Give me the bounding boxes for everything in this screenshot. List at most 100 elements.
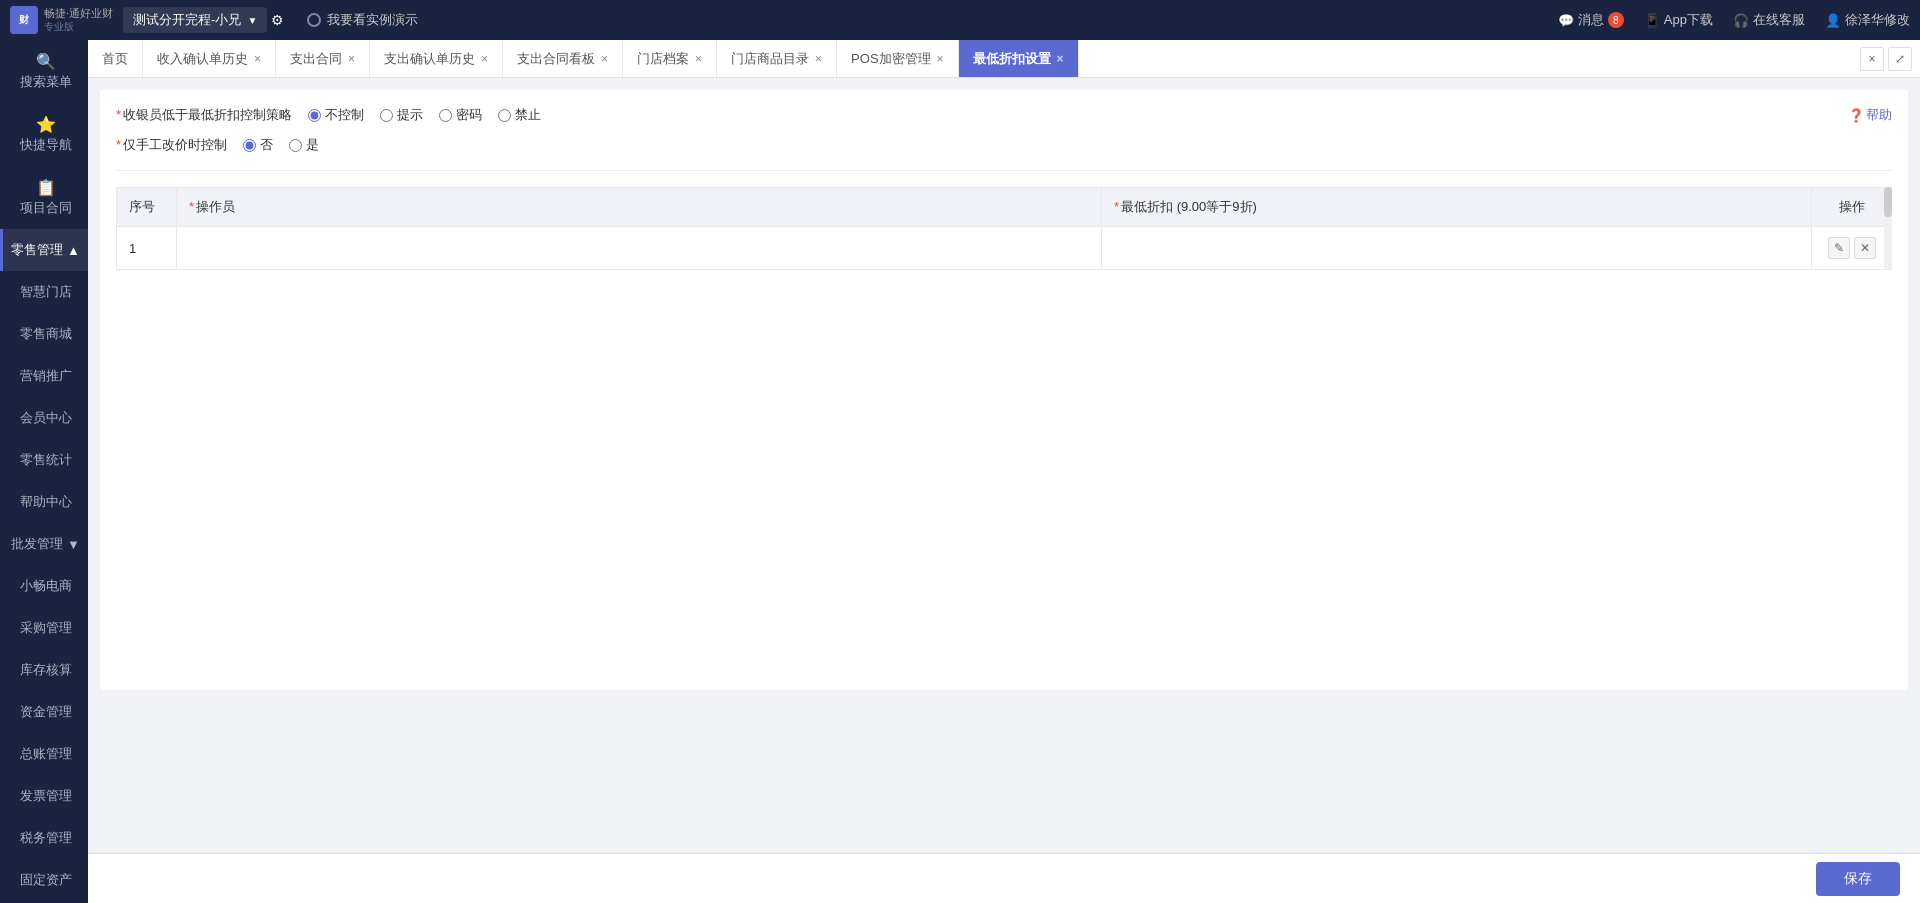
- sidebar-item-label: 小畅电商: [20, 577, 72, 595]
- sidebar-item-search[interactable]: 🔍 搜索菜单: [0, 40, 88, 103]
- cell-action: ✎ ✕: [1812, 227, 1892, 270]
- tab-label: 支出确认单历史: [384, 50, 475, 68]
- tab-label: 门店档案: [637, 50, 689, 68]
- sidebar-item-smart-store[interactable]: 智慧门店: [0, 271, 88, 313]
- sidebar-item-marketing[interactable]: 营销推广: [0, 355, 88, 397]
- sidebar-item-wholesale[interactable]: 批发管理 ▼: [0, 523, 88, 565]
- sidebar-item-purchase[interactable]: 采购管理: [0, 607, 88, 649]
- save-button[interactable]: 保存: [1816, 862, 1900, 896]
- user-menu[interactable]: 👤 徐泽华修改: [1825, 11, 1910, 29]
- tab-store-product[interactable]: 门店商品目录 ×: [717, 40, 837, 77]
- radio-manual-yes[interactable]: 是: [289, 136, 319, 154]
- sidebar-item-member[interactable]: 会员中心: [0, 397, 88, 439]
- sidebar-item-label: 采购管理: [20, 619, 72, 637]
- help-text: 帮助: [1866, 106, 1892, 124]
- topbar-right: 💬 消息 8 📱 App下载 🎧 在线客服 👤 徐泽华修改: [1558, 11, 1910, 29]
- sidebar-item-invoice[interactable]: 发票管理: [0, 775, 88, 817]
- sidebar-item-label: 会员中心: [20, 409, 72, 427]
- tab-payment-contract[interactable]: 支出合同 ×: [276, 40, 370, 77]
- tab-label: 收入确认单历史: [157, 50, 248, 68]
- radio-forbid[interactable]: 禁止: [498, 106, 541, 124]
- demo-link[interactable]: 我要看实例演示: [307, 11, 418, 29]
- topbar: 财 畅捷·通好业财 专业版 测试分开完程-小兄 ▼ ⚙ 我要看实例演示 💬 消息…: [0, 0, 1920, 40]
- sidebar-item-label: 总账管理: [20, 745, 72, 763]
- tab-payment-confirm-history[interactable]: 支出确认单历史 ×: [370, 40, 503, 77]
- sidebar-item-label: 帮助中心: [20, 493, 72, 511]
- scrollbar-thumb[interactable]: [1884, 187, 1892, 217]
- policy-form-row: *收银员低于最低折扣控制策略 不控制 提示: [116, 106, 1892, 124]
- contract-icon: 📋: [36, 178, 56, 197]
- app-download-button[interactable]: 📱 App下载: [1644, 11, 1713, 29]
- tab-close-icon[interactable]: ×: [695, 53, 702, 65]
- sidebar-item-project-contract[interactable]: 📋 项目合同: [0, 166, 88, 229]
- search-icon: 🔍: [36, 52, 56, 71]
- tab-label: 支出合同: [290, 50, 342, 68]
- tab-store-archive[interactable]: 门店档案 ×: [623, 40, 717, 77]
- tab-home[interactable]: 首页: [88, 40, 143, 77]
- tab-income-history[interactable]: 收入确认单历史 ×: [143, 40, 276, 77]
- radio-no-control[interactable]: 不控制: [308, 106, 364, 124]
- tab-close-icon[interactable]: ×: [254, 53, 261, 65]
- logo: 财 畅捷·通好业财 专业版: [10, 6, 113, 34]
- project-name: 测试分开完程-小兄: [133, 11, 241, 29]
- arrow-down-icon: ▼: [67, 537, 80, 552]
- logo-text: 畅捷·通好业财 专业版: [44, 7, 113, 32]
- tab-label: 最低折扣设置: [973, 50, 1051, 68]
- action-buttons: ✎ ✕: [1824, 237, 1879, 259]
- table-scrollbar-area: 序号 *操作员 *最低折扣 (9.00等于9折) 操作: [116, 187, 1892, 270]
- sidebar-item-finance[interactable]: 资金管理: [0, 691, 88, 733]
- edit-button[interactable]: ✎: [1828, 237, 1850, 259]
- tab-maximize-button[interactable]: ⤢: [1888, 47, 1912, 71]
- tab-close-icon[interactable]: ×: [481, 53, 488, 65]
- tab-close-all-button[interactable]: ×: [1860, 47, 1884, 71]
- tab-close-icon[interactable]: ×: [1057, 53, 1064, 65]
- col-header-seq: 序号: [117, 188, 177, 227]
- help-link[interactable]: ❓ 帮助: [1848, 106, 1892, 124]
- col-header-action: 操作: [1812, 188, 1892, 227]
- page-footer: 保存: [88, 853, 1920, 903]
- sidebar-item-label: 智慧门店: [20, 283, 72, 301]
- sidebar-item-label: 搜索菜单: [20, 73, 72, 91]
- tab-close-icon[interactable]: ×: [348, 53, 355, 65]
- tab-close-icon[interactable]: ×: [601, 53, 608, 65]
- sidebar-item-ledger[interactable]: 总账管理: [0, 733, 88, 775]
- tab-close-icon[interactable]: ×: [815, 53, 822, 65]
- message-icon: 💬: [1558, 13, 1574, 28]
- sidebar-item-shortcut[interactable]: ⭐ 快捷导航: [0, 103, 88, 166]
- col-header-operator: *操作员: [177, 188, 1102, 227]
- sidebar-item-retail[interactable]: 零售管理 ▲: [0, 229, 88, 271]
- tab-close-icon[interactable]: ×: [937, 53, 944, 65]
- sidebar-item-tax[interactable]: 税务管理: [0, 817, 88, 859]
- col-header-discount: *最低折扣 (9.00等于9折): [1102, 188, 1812, 227]
- sidebar-item-label: 库存核算: [20, 661, 72, 679]
- delete-button[interactable]: ✕: [1854, 237, 1876, 259]
- project-selector[interactable]: 测试分开完程-小兄 ▼: [123, 7, 267, 33]
- sidebar-item-label: 快捷导航: [20, 136, 72, 154]
- radio-password[interactable]: 密码: [439, 106, 482, 124]
- sidebar-item-ecommerce[interactable]: 小畅电商: [0, 565, 88, 607]
- tab-payment-board[interactable]: 支出合同看板 ×: [503, 40, 623, 77]
- tab-min-discount[interactable]: 最低折扣设置 ×: [959, 40, 1079, 77]
- page-card: ❓ 帮助 *收银员低于最低折扣控制策略 不控制: [100, 90, 1908, 690]
- online-service-button[interactable]: 🎧 在线客服: [1733, 11, 1805, 29]
- sidebar-item-inventory[interactable]: 库存核算: [0, 649, 88, 691]
- sidebar-item-retail-stats[interactable]: 零售统计: [0, 439, 88, 481]
- sidebar-item-help[interactable]: 帮助中心: [0, 481, 88, 523]
- sidebar-item-label: 零售商城: [20, 325, 72, 343]
- policy-radio-group: 不控制 提示 密码 禁: [308, 106, 541, 124]
- table-row: 1 ✎ ✕: [117, 227, 1892, 270]
- table-section: 序号 *操作员 *最低折扣 (9.00等于9折) 操作: [116, 187, 1892, 270]
- settings-icon[interactable]: ⚙: [267, 12, 287, 28]
- radio-manual-no[interactable]: 否: [243, 136, 273, 154]
- tab-pos-password[interactable]: POS加密管理 ×: [837, 40, 958, 77]
- radio-remind[interactable]: 提示: [380, 106, 423, 124]
- policy-label: *收银员低于最低折扣控制策略: [116, 106, 292, 124]
- sidebar-item-fixed-assets[interactable]: 固定资产: [0, 859, 88, 901]
- manual-form-row: *仅手工改价时控制 否 是: [116, 136, 1892, 154]
- manual-label: *仅手工改价时控制: [116, 136, 227, 154]
- sidebar-item-retail-mall[interactable]: 零售商城: [0, 313, 88, 355]
- tab-label: 首页: [102, 50, 128, 68]
- scrollbar-track[interactable]: [1884, 187, 1892, 270]
- manual-radio-group: 否 是: [243, 136, 319, 154]
- messages-button[interactable]: 💬 消息 8: [1558, 11, 1624, 29]
